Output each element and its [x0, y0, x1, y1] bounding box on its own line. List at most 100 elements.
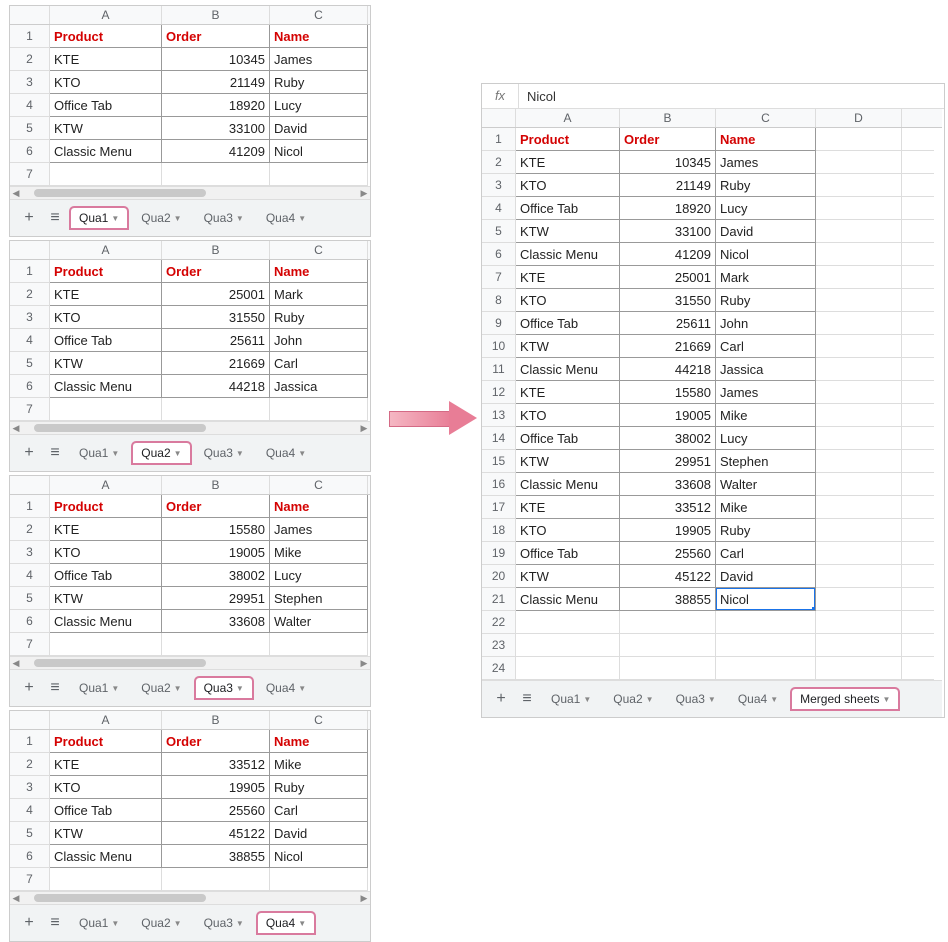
cell-order[interactable]: 45122: [620, 565, 716, 588]
col-header-b[interactable]: B: [162, 241, 270, 259]
all-sheets-button[interactable]: ≡: [44, 442, 66, 464]
col-header-a[interactable]: A: [50, 476, 162, 494]
scroll-left-icon[interactable]: ◀: [10, 188, 22, 199]
cell-order[interactable]: 29951: [620, 450, 716, 473]
all-sheets-button[interactable]: ≡: [516, 688, 538, 710]
cell-order[interactable]: 41209: [162, 140, 270, 163]
cell-name[interactable]: Jassica: [270, 375, 368, 398]
cell-name[interactable]: Ruby: [716, 519, 816, 542]
scroll-left-icon[interactable]: ◀: [10, 423, 22, 434]
cell[interactable]: [816, 128, 902, 151]
row-header[interactable]: 2: [10, 753, 50, 776]
row-header[interactable]: 11: [482, 358, 516, 381]
cell[interactable]: [162, 868, 270, 891]
cell-order[interactable]: 25001: [620, 266, 716, 289]
header-name[interactable]: Name: [270, 25, 368, 48]
cell-product[interactable]: Classic Menu: [50, 140, 162, 163]
formula-bar-value[interactable]: Nicol: [519, 89, 564, 104]
cell[interactable]: [902, 657, 934, 680]
scroll-left-icon[interactable]: ◀: [10, 893, 22, 904]
select-all-corner[interactable]: [10, 6, 50, 24]
cell[interactable]: [162, 398, 270, 421]
cell-name[interactable]: Mike: [270, 753, 368, 776]
header-product[interactable]: Product: [516, 128, 620, 151]
cell-product[interactable]: Office Tab: [516, 197, 620, 220]
tab-qua1[interactable]: Qua1▼: [70, 677, 128, 699]
cell-name[interactable]: Lucy: [716, 197, 816, 220]
header-order[interactable]: Order: [162, 730, 270, 753]
cell-order[interactable]: 38855: [162, 845, 270, 868]
tab-qua4[interactable]: Qua4▼: [257, 912, 315, 934]
select-all-corner[interactable]: [10, 711, 50, 729]
row-header[interactable]: 6: [10, 845, 50, 868]
cell[interactable]: [816, 381, 902, 404]
row-header[interactable]: 4: [10, 799, 50, 822]
cell-order[interactable]: 38002: [162, 564, 270, 587]
cell-product[interactable]: KTW: [50, 117, 162, 140]
cell-product[interactable]: KTE: [50, 518, 162, 541]
col-header-d[interactable]: D: [816, 109, 902, 127]
row-header[interactable]: 9: [482, 312, 516, 335]
cell[interactable]: [902, 588, 934, 611]
cell[interactable]: [902, 381, 934, 404]
cell[interactable]: [620, 611, 716, 634]
tab-qua3[interactable]: Qua3▼: [195, 442, 253, 464]
cell[interactable]: [516, 634, 620, 657]
tab-qua4[interactable]: Qua4▼: [257, 677, 315, 699]
cell-order[interactable]: 38855: [620, 588, 716, 611]
cell[interactable]: [902, 266, 934, 289]
cell-product[interactable]: Classic Menu: [50, 845, 162, 868]
cell-name[interactable]: Stephen: [716, 450, 816, 473]
cell-order[interactable]: 10345: [620, 151, 716, 174]
header-product[interactable]: Product: [50, 730, 162, 753]
all-sheets-button[interactable]: ≡: [44, 207, 66, 229]
cell-product[interactable]: Classic Menu: [516, 473, 620, 496]
row-header[interactable]: 16: [482, 473, 516, 496]
cell[interactable]: [902, 427, 934, 450]
col-header-b[interactable]: B: [620, 109, 716, 127]
scroll-right-icon[interactable]: ▶: [358, 188, 370, 199]
row-header[interactable]: 24: [482, 657, 516, 680]
cell-product[interactable]: KTE: [516, 496, 620, 519]
cell-name[interactable]: Ruby: [270, 71, 368, 94]
cell-product[interactable]: KTO: [516, 289, 620, 312]
cell[interactable]: [516, 611, 620, 634]
cell-order[interactable]: 33512: [162, 753, 270, 776]
cell-order[interactable]: 21669: [620, 335, 716, 358]
cell-order[interactable]: 31550: [620, 289, 716, 312]
tab-qua4[interactable]: Qua4▼: [257, 442, 315, 464]
cell-product[interactable]: KTO: [516, 174, 620, 197]
cell-order[interactable]: 21669: [162, 352, 270, 375]
cell-order[interactable]: 25560: [162, 799, 270, 822]
col-header-b[interactable]: B: [162, 711, 270, 729]
cell-name[interactable]: Lucy: [270, 94, 368, 117]
cell-order[interactable]: 21149: [620, 174, 716, 197]
cell-product[interactable]: KTO: [50, 71, 162, 94]
cell-product[interactable]: KTE: [50, 283, 162, 306]
horizontal-scrollbar[interactable]: ◀▶: [10, 891, 370, 904]
row-header[interactable]: 7: [10, 633, 50, 656]
col-header-c[interactable]: C: [270, 476, 368, 494]
cell-product[interactable]: KTW: [516, 335, 620, 358]
cell-name[interactable]: James: [270, 518, 368, 541]
col-header-c[interactable]: C: [716, 109, 816, 127]
cell-product[interactable]: KTE: [516, 151, 620, 174]
scroll-left-icon[interactable]: ◀: [10, 658, 22, 669]
header-product[interactable]: Product: [50, 260, 162, 283]
cell-name[interactable]: David: [716, 565, 816, 588]
cell-order[interactable]: 33512: [620, 496, 716, 519]
cell-product[interactable]: KTO: [50, 306, 162, 329]
cell[interactable]: [902, 496, 934, 519]
row-header[interactable]: 4: [10, 564, 50, 587]
row-header[interactable]: 6: [482, 243, 516, 266]
cell-name[interactable]: Walter: [270, 610, 368, 633]
cell-name[interactable]: Carl: [270, 799, 368, 822]
tab-qua2[interactable]: Qua2▼: [132, 442, 190, 464]
cell[interactable]: [816, 427, 902, 450]
cell[interactable]: [902, 473, 934, 496]
row-header[interactable]: 8: [482, 289, 516, 312]
cell[interactable]: [620, 657, 716, 680]
cell-name[interactable]: Carl: [716, 335, 816, 358]
cell-order[interactable]: 18920: [620, 197, 716, 220]
cell-name[interactable]: Jassica: [716, 358, 816, 381]
